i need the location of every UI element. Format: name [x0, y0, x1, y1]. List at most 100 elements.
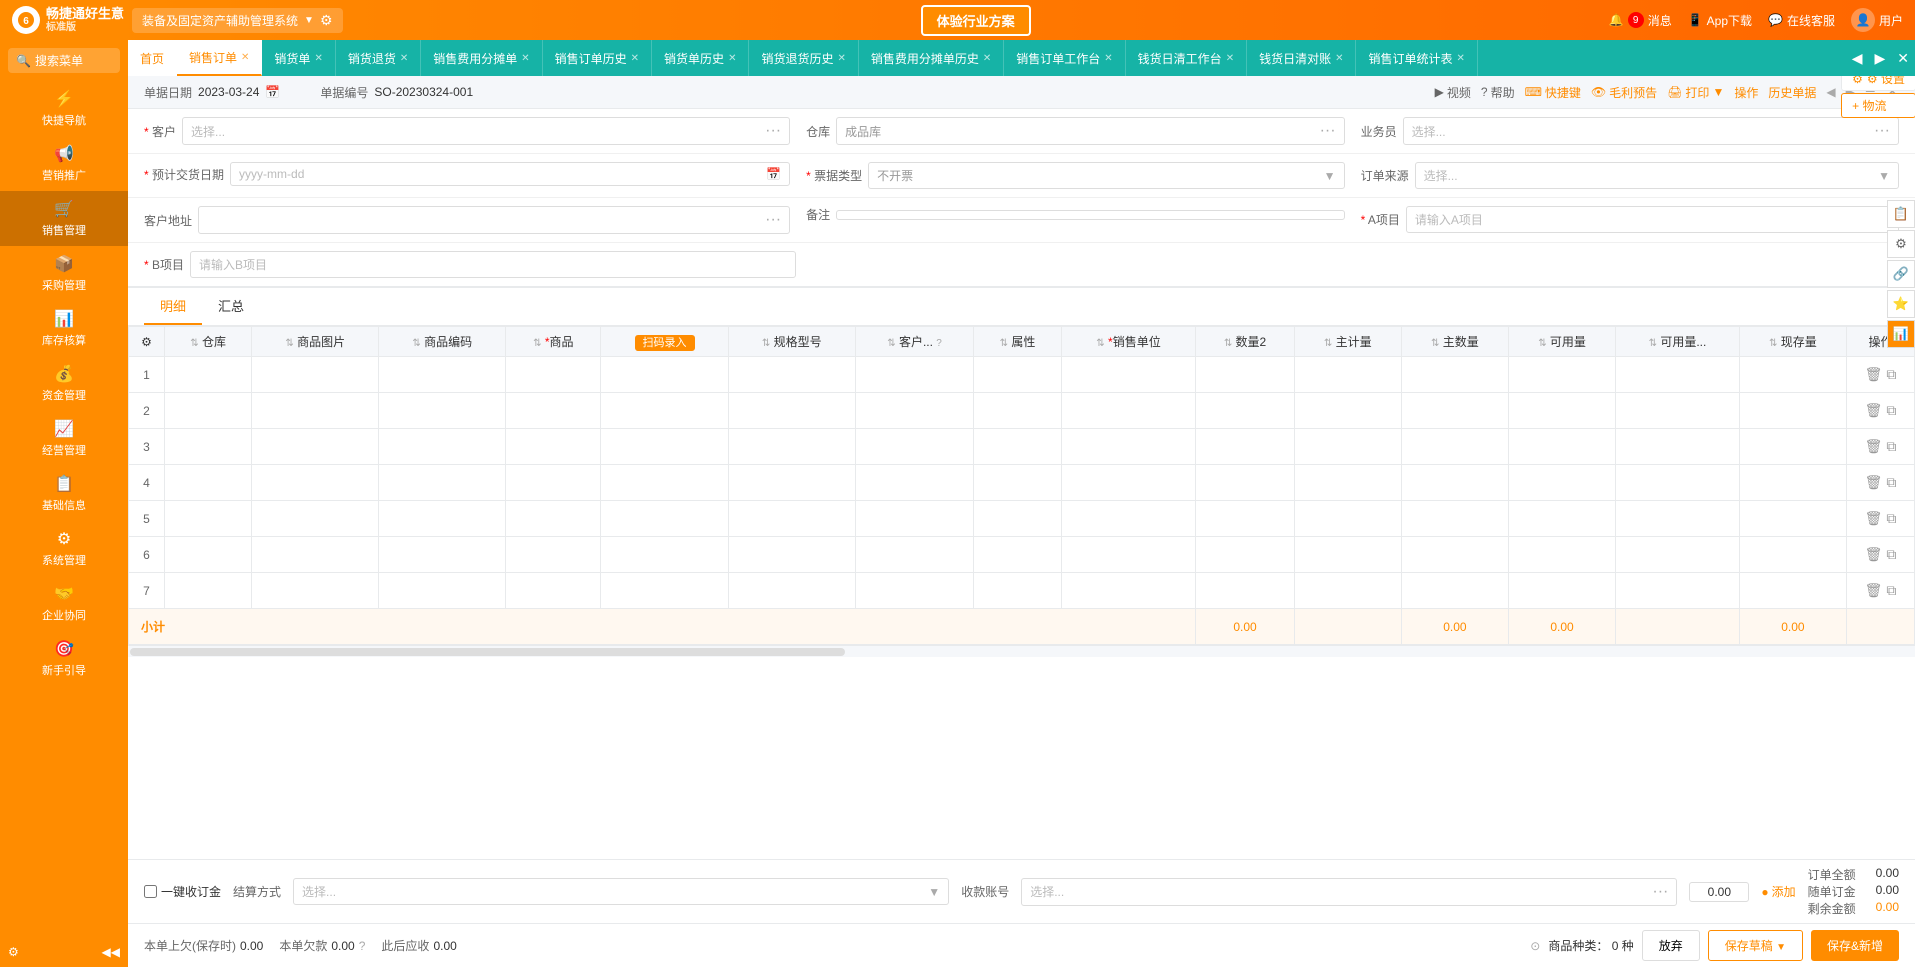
- warehouse-input[interactable]: 成品库 ···: [836, 117, 1344, 145]
- payment-dropdown-icon[interactable]: ▼: [928, 885, 940, 899]
- user-item[interactable]: 👤 用户: [1851, 8, 1903, 32]
- row-code-4[interactable]: [379, 465, 506, 501]
- salesperson-input[interactable]: 选择... ···: [1403, 117, 1899, 145]
- copy-row-6-icon[interactable]: ⧉: [1886, 546, 1896, 563]
- help-col-icon[interactable]: ?: [936, 338, 942, 349]
- tab-close-icon[interactable]: ✕: [1104, 53, 1112, 64]
- delivery-calendar-icon[interactable]: 📅: [766, 167, 781, 181]
- collapse-sidebar-icon[interactable]: ◀◀: [102, 945, 120, 959]
- tab-summary[interactable]: 汇总: [202, 288, 260, 325]
- sort-icon[interactable]: ⇅: [1224, 338, 1232, 349]
- sidebar-item-enterprise[interactable]: 🤝 企业协同: [0, 576, 128, 631]
- view-btn[interactable]: ▶ 视频: [1435, 84, 1471, 101]
- row-mainunit-1[interactable]: [1294, 357, 1401, 393]
- tab-close-icon[interactable]: ✕: [521, 53, 529, 64]
- tab-order-history[interactable]: 销售订单历史 ✕: [543, 40, 652, 76]
- delete-row-2-icon[interactable]: 🗑: [1865, 402, 1883, 419]
- sidebar-item-inventory[interactable]: 📊 库存核算: [0, 301, 128, 356]
- print-dropdown-icon[interactable]: ▼: [1712, 85, 1724, 99]
- row-spec-5[interactable]: [728, 501, 855, 537]
- sort-icon[interactable]: ⇅: [533, 338, 541, 349]
- customer-more-icon[interactable]: ···: [765, 122, 781, 140]
- row-name-7[interactable]: [506, 573, 601, 609]
- delete-row-1-icon[interactable]: 🗑: [1865, 366, 1883, 383]
- row-code-7[interactable]: [379, 573, 506, 609]
- tab-next-arrow[interactable]: ▶: [1868, 50, 1891, 67]
- row-warehouse-7[interactable]: [165, 573, 252, 609]
- tab-close-icon[interactable]: ✕: [1335, 53, 1343, 64]
- row-mainunit-5[interactable]: [1294, 501, 1401, 537]
- tab-sales-return[interactable]: 销货退货 ✕: [336, 40, 421, 76]
- sort-icon[interactable]: ⇅: [1096, 338, 1104, 349]
- row-mainunit-2[interactable]: [1294, 393, 1401, 429]
- row-qty2-1[interactable]: [1196, 357, 1294, 393]
- tab-close-icon[interactable]: ✕: [631, 53, 639, 64]
- sort-icon[interactable]: ⇅: [1538, 338, 1546, 349]
- sort-icon[interactable]: ⇅: [1769, 338, 1777, 349]
- row-name-1[interactable]: [506, 357, 601, 393]
- invoice-select[interactable]: 不开票 ▼: [868, 162, 1344, 189]
- industry-btn[interactable]: 体验行业方案: [921, 5, 1031, 36]
- tab-cash-reconcile[interactable]: 钱货日清对账 ✕: [1247, 40, 1356, 76]
- row-unit-6[interactable]: [1061, 537, 1196, 573]
- row-mainqty-5[interactable]: [1401, 501, 1508, 537]
- sidebar-item-system[interactable]: ⚙ 系统管理: [0, 521, 128, 576]
- row-code-5[interactable]: [379, 501, 506, 537]
- row-name-4[interactable]: [506, 465, 601, 501]
- row-name-3[interactable]: [506, 429, 601, 465]
- history-btn[interactable]: 历史单据: [1768, 84, 1816, 101]
- order-source-select[interactable]: 选择... ▼: [1415, 162, 1899, 189]
- project-b-input[interactable]: 请输入B项目: [190, 251, 796, 278]
- right-panel-icon-3[interactable]: 🔗: [1887, 260, 1915, 288]
- row-warehouse-4[interactable]: [165, 465, 252, 501]
- sort-icon[interactable]: ⇅: [887, 338, 895, 349]
- delete-row-4-icon[interactable]: 🗑: [1865, 474, 1883, 491]
- credit-help-icon[interactable]: ?: [359, 939, 366, 953]
- sidebar-item-purchase[interactable]: 📦 采购管理: [0, 246, 128, 301]
- row-custcode-6[interactable]: [855, 537, 974, 573]
- tab-close-icon[interactable]: ✕: [400, 53, 408, 64]
- row-qty2-4[interactable]: [1196, 465, 1294, 501]
- sidebar-item-marketing[interactable]: 📢 营销推广: [0, 136, 128, 191]
- tab-sales-bill[interactable]: 销货单 ✕: [262, 40, 335, 76]
- account-more-icon[interactable]: ···: [1652, 883, 1668, 901]
- row-warehouse-3[interactable]: [165, 429, 252, 465]
- save-draft-dropdown-icon[interactable]: ▼: [1776, 942, 1786, 953]
- add-payment-btn[interactable]: ● 添加: [1761, 883, 1795, 900]
- sort-icon[interactable]: ⇅: [1649, 338, 1657, 349]
- row-custcode-2[interactable]: [855, 393, 974, 429]
- row-spec-4[interactable]: [728, 465, 855, 501]
- row-attr-6[interactable]: [974, 537, 1061, 573]
- row-code-1[interactable]: [379, 357, 506, 393]
- row-qty2-2[interactable]: [1196, 393, 1294, 429]
- row-attr-1[interactable]: [974, 357, 1061, 393]
- customer-input[interactable]: 选择... ···: [182, 117, 790, 145]
- prev-record-icon[interactable]: ◀: [1826, 85, 1835, 99]
- tab-prev-arrow[interactable]: ◀: [1846, 50, 1869, 67]
- row-mainunit-7[interactable]: [1294, 573, 1401, 609]
- warehouse-more-icon[interactable]: ···: [1320, 122, 1336, 140]
- row-qty2-5[interactable]: [1196, 501, 1294, 537]
- row-unit-7[interactable]: [1061, 573, 1196, 609]
- tab-cash-workbench[interactable]: 钱货日清工作台 ✕: [1126, 40, 1247, 76]
- sidebar-item-quick-nav[interactable]: ⚡ 快捷导航: [0, 81, 128, 136]
- operation-btn[interactable]: 操作: [1734, 84, 1758, 101]
- row-unit-2[interactable]: [1061, 393, 1196, 429]
- sidebar-item-basic-info[interactable]: 📋 基础信息: [0, 466, 128, 521]
- row-qty2-6[interactable]: [1196, 537, 1294, 573]
- row-warehouse-2[interactable]: [165, 393, 252, 429]
- row-mainqty-7[interactable]: [1401, 573, 1508, 609]
- row-spec-1[interactable]: [728, 357, 855, 393]
- copy-row-7-icon[interactable]: ⧉: [1886, 582, 1896, 599]
- address-input[interactable]: ···: [198, 206, 790, 234]
- tab-more-icon[interactable]: ✕: [1891, 50, 1915, 67]
- tab-close-icon[interactable]: ✕: [241, 52, 249, 63]
- app-download-item[interactable]: 📱 App下载: [1688, 12, 1752, 29]
- row-warehouse-6[interactable]: [165, 537, 252, 573]
- sidebar-item-guide[interactable]: 🎯 新手引导: [0, 631, 128, 686]
- address-more-icon[interactable]: ···: [765, 211, 781, 229]
- row-spec-2[interactable]: [728, 393, 855, 429]
- row-name-5[interactable]: [506, 501, 601, 537]
- row-spec-6[interactable]: [728, 537, 855, 573]
- tab-close-icon[interactable]: ✕: [837, 53, 845, 64]
